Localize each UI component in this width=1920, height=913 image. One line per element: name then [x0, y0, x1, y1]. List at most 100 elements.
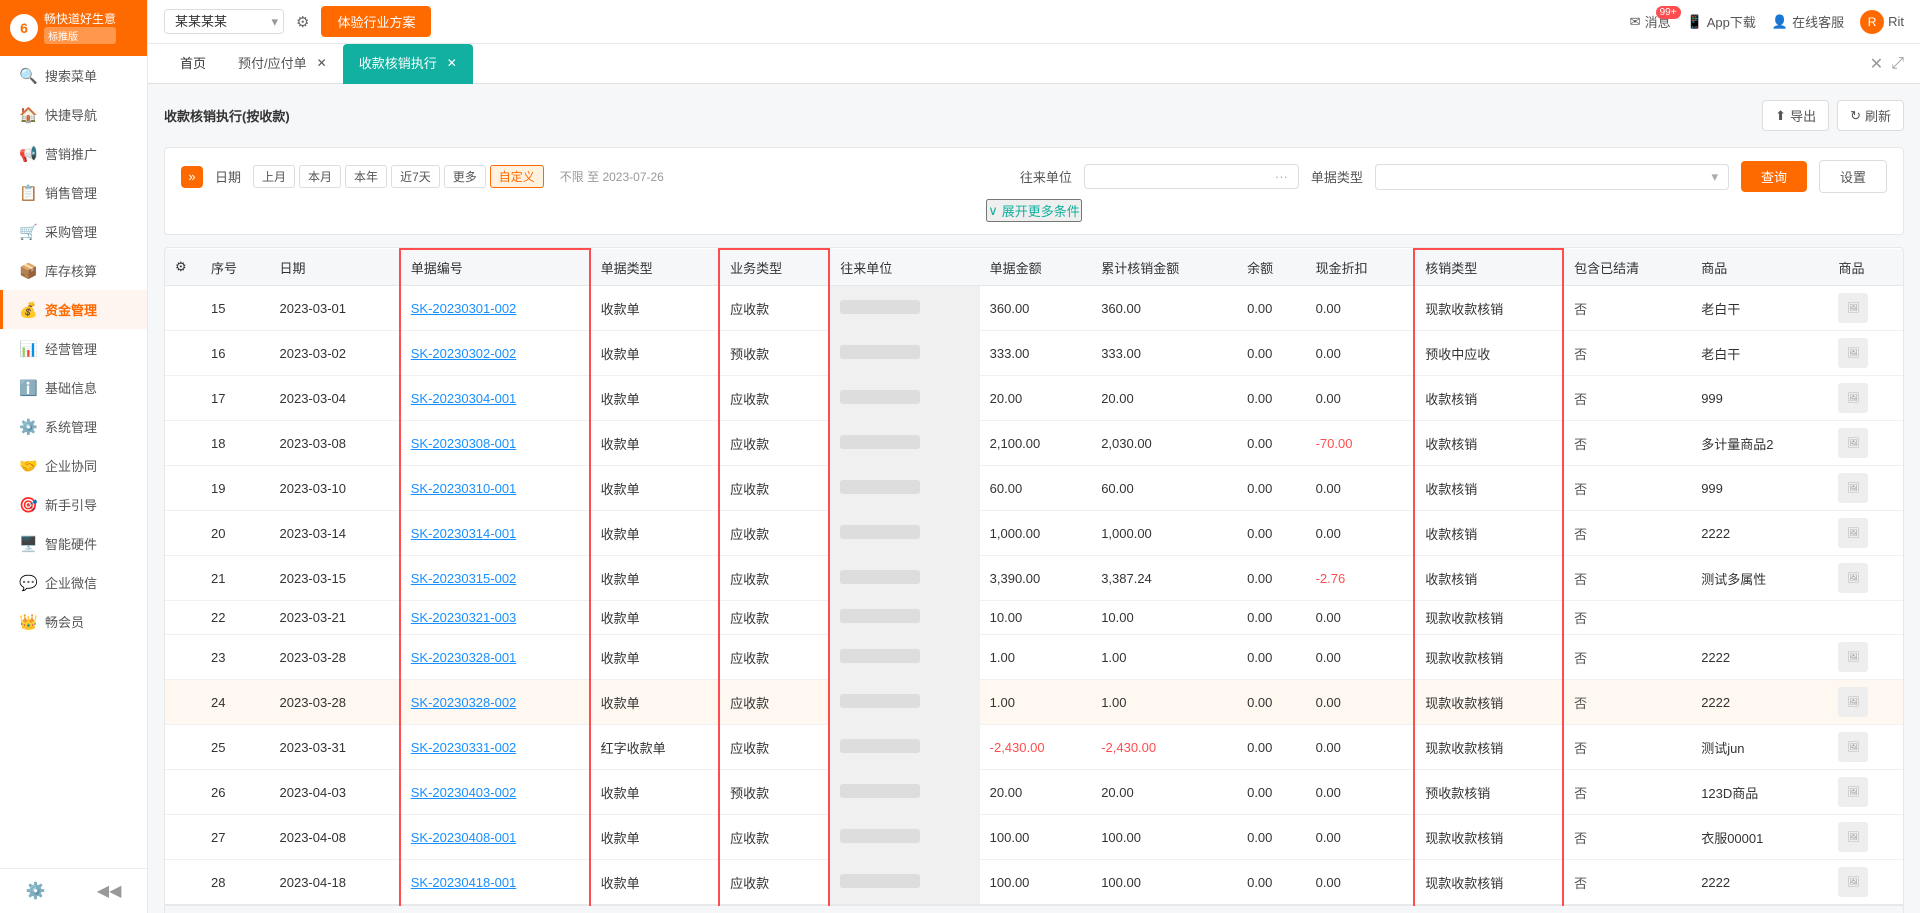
td-bill-type: 收款单: [590, 815, 720, 860]
filter-expand-arrow[interactable]: »: [181, 166, 203, 188]
filter-counterpart-input[interactable]: [1095, 169, 1271, 184]
filter-date-this-month[interactable]: 本月: [299, 165, 341, 188]
bill-no-link[interactable]: SK-20230403-002: [411, 785, 517, 800]
th-write-off-type: 核销类型: [1414, 249, 1563, 286]
topbar-solution-btn[interactable]: 体验行业方案: [321, 6, 431, 37]
sidebar-item-finance[interactable]: 💰 资金管理: [0, 290, 147, 329]
sidebar-item-operations[interactable]: 📊 经营管理: [0, 329, 147, 368]
sidebar-logo-char: 6: [20, 20, 28, 36]
bill-no-link[interactable]: SK-20230308-001: [411, 436, 517, 451]
td-balance: 0.00: [1237, 556, 1306, 601]
goods-image: 🖼: [1838, 822, 1868, 852]
bill-no-link[interactable]: SK-20230408-001: [411, 830, 517, 845]
tabs-expand-icon[interactable]: ⤢: [1891, 55, 1904, 73]
sidebar-item-label-hardware: 智能硬件: [45, 534, 97, 553]
sidebar-item-marketing[interactable]: 📢 营销推广: [0, 134, 147, 173]
topbar-service-label: 在线客服: [1792, 12, 1844, 31]
filter-date-this-year[interactable]: 本年: [345, 165, 387, 188]
bill-no-link[interactable]: SK-20230331-002: [411, 740, 517, 755]
bill-no-link[interactable]: SK-20230328-002: [411, 695, 517, 710]
td-balance: 0.00: [1237, 815, 1306, 860]
topbar-gear-icon[interactable]: ⚙: [292, 9, 313, 35]
settings-button[interactable]: 设置: [1819, 160, 1887, 193]
bill-no-link[interactable]: SK-20230301-002: [411, 301, 517, 316]
sidebar-item-basic-info[interactable]: ℹ️ 基础信息: [0, 368, 147, 407]
filter-date-custom[interactable]: 自定义: [490, 165, 544, 188]
sidebar-item-inventory[interactable]: 📦 库存核算: [0, 251, 147, 290]
bill-no-link[interactable]: SK-20230304-001: [411, 391, 517, 406]
topbar-service-btn[interactable]: 👤 在线客服: [1772, 12, 1844, 31]
sidebar-item-search[interactable]: 🔍 搜索菜单: [0, 56, 147, 95]
sidebar-item-label-sales: 销售管理: [45, 183, 97, 202]
export-button[interactable]: ⬆ 导出: [1762, 100, 1829, 131]
sidebar-item-beginner[interactable]: 🎯 新手引导: [0, 485, 147, 524]
td-goods-img: 🖼: [1828, 556, 1903, 601]
topbar-app-btn[interactable]: 📱 App下载: [1687, 12, 1756, 31]
tab-home[interactable]: 首页: [164, 44, 222, 84]
tab-collection-exec-close-icon[interactable]: ✕: [447, 56, 457, 70]
tab-prepayment[interactable]: 预付/应付单 ✕: [222, 44, 343, 84]
filter-date-more[interactable]: 更多: [444, 165, 486, 188]
sidebar-item-purchase[interactable]: 🛒 采购管理: [0, 212, 147, 251]
filter-receipt-type-input[interactable]: [1386, 169, 1708, 184]
td-goods-img: [1828, 601, 1903, 635]
filter-more-row: ∨ 展开更多条件: [181, 193, 1887, 222]
td-settings: [165, 601, 201, 635]
sidebar-item-weixin[interactable]: 💬 企业微信: [0, 563, 147, 602]
topbar-company-select[interactable]: 某某某某: [164, 9, 284, 34]
sidebar-item-enterprise[interactable]: 🤝 企业协同: [0, 446, 147, 485]
filter-date-last-month[interactable]: 上月: [253, 165, 295, 188]
bill-no-link[interactable]: SK-20230310-001: [411, 481, 517, 496]
td-bill-amount: 100.00: [980, 815, 1092, 860]
tab-prepayment-close-icon[interactable]: ✕: [317, 56, 327, 70]
th-counterpart: 往来单位: [829, 249, 979, 286]
td-balance: 0.00: [1237, 331, 1306, 376]
td-bill-no: SK-20230331-002: [400, 725, 590, 770]
td-total-write-off: 1.00: [1091, 635, 1237, 680]
topbar-message-btn[interactable]: ✉ 消息 99+: [1630, 12, 1671, 31]
sidebar-item-system[interactable]: ⚙️ 系统管理: [0, 407, 147, 446]
goods-image: 🖼: [1838, 642, 1868, 672]
tabs-close-all-icon[interactable]: ✕: [1870, 54, 1883, 74]
td-bill-no: SK-20230304-001: [400, 376, 590, 421]
th-settings[interactable]: ⚙: [165, 249, 201, 286]
bill-no-link[interactable]: SK-20230302-002: [411, 346, 517, 361]
td-no: 21: [201, 556, 270, 601]
goods-image: 🖼: [1838, 473, 1868, 503]
table-row: 19 2023-03-10 SK-20230310-001 收款单 应收款 60…: [165, 466, 1903, 511]
sidebar-settings-btn[interactable]: ⚙️: [18, 877, 54, 905]
td-include-settled: 否: [1563, 680, 1691, 725]
bill-no-link[interactable]: SK-20230418-001: [411, 875, 517, 890]
page-content: 收款核销执行(按收款) ⬆ 导出 ↻ 刷新 » 日期 上月: [148, 84, 1920, 913]
bill-no-link[interactable]: SK-20230314-001: [411, 526, 517, 541]
table-row: 25 2023-03-31 SK-20230331-002 红字收款单 应收款 …: [165, 725, 1903, 770]
td-include-settled: 否: [1563, 376, 1691, 421]
refresh-button[interactable]: ↻ 刷新: [1837, 100, 1904, 131]
sidebar-item-sales[interactable]: 📋 销售管理: [0, 173, 147, 212]
table-header: ⚙ 序号 日期 单据编号 单据类型 业务类型 往来单位 单据金额 累计核销金额 …: [165, 249, 1903, 286]
query-button[interactable]: 查询: [1741, 161, 1807, 192]
sidebar-logo-name: 畅快道好生意: [44, 12, 116, 28]
bill-no-link[interactable]: SK-20230315-002: [411, 571, 517, 586]
sidebar-item-member[interactable]: 👑 畅会员: [0, 602, 147, 641]
topbar-user-name[interactable]: R Rit: [1860, 10, 1904, 34]
tab-collection-exec[interactable]: 收款核销执行 ✕: [343, 44, 473, 84]
td-no: 25: [201, 725, 270, 770]
th-bill-no: 单据编号: [400, 249, 590, 286]
sidebar-collapse-btn[interactable]: ◀◀: [89, 877, 130, 905]
sidebar-item-quick-nav[interactable]: 🏠 快捷导航: [0, 95, 147, 134]
sidebar-item-hardware[interactable]: 🖥️ 智能硬件: [0, 524, 147, 563]
filter-expand-btn[interactable]: ∨ 展开更多条件: [986, 199, 1082, 222]
sidebar-item-label-quick-nav: 快捷导航: [45, 105, 97, 124]
td-date: 2023-04-08: [270, 815, 400, 860]
td-counterpart: [829, 331, 979, 376]
column-settings-icon[interactable]: ⚙: [175, 259, 187, 274]
bill-no-link[interactable]: SK-20230321-003: [411, 610, 517, 625]
filter-date-7days[interactable]: 近7天: [391, 165, 440, 188]
bill-no-link[interactable]: SK-20230328-001: [411, 650, 517, 665]
td-bill-amount: 60.00: [980, 466, 1092, 511]
td-balance: 0.00: [1237, 511, 1306, 556]
td-bill-amount: 1.00: [980, 680, 1092, 725]
th-include-settled: 包含已结清: [1563, 249, 1691, 286]
td-cash-discount: 0.00: [1306, 680, 1415, 725]
